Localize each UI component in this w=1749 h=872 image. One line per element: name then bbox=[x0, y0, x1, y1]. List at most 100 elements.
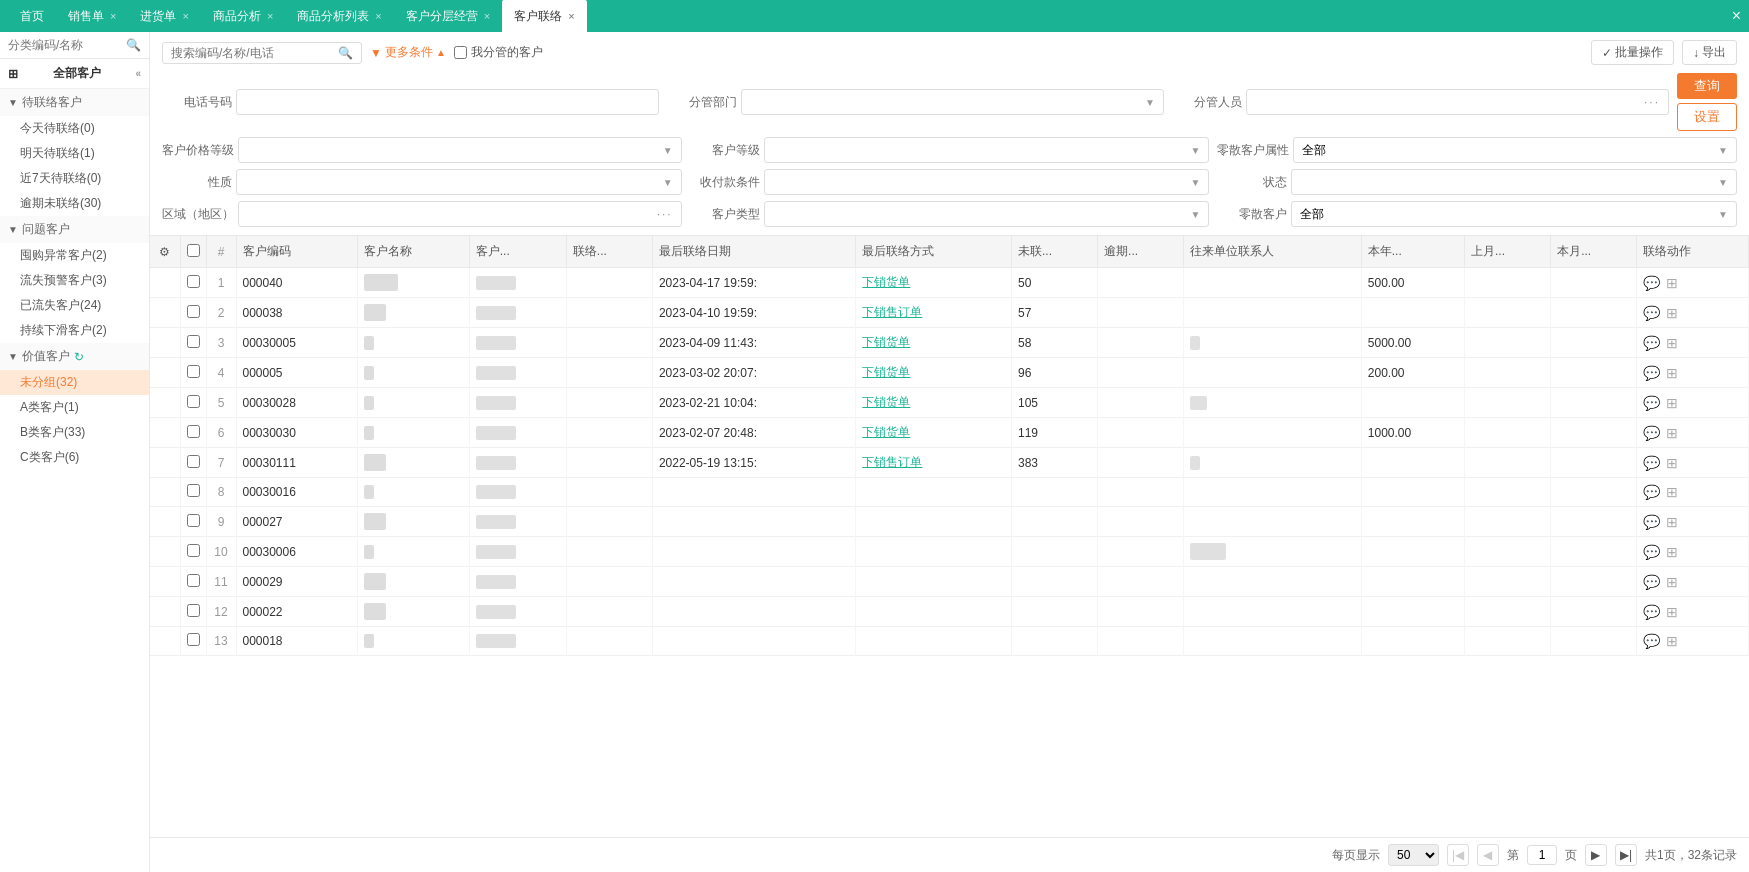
grid-action-icon[interactable]: ⊞ bbox=[1666, 544, 1678, 560]
row-checkbox[interactable] bbox=[187, 455, 200, 468]
col-settings[interactable]: ⚙ bbox=[150, 236, 180, 268]
status-select[interactable]: ▼ bbox=[1291, 169, 1737, 195]
close-sales-order-icon[interactable]: × bbox=[110, 0, 116, 32]
close-product-analysis-icon[interactable]: × bbox=[267, 0, 273, 32]
row-checkbox[interactable] bbox=[187, 484, 200, 497]
row-checkbox[interactable] bbox=[187, 633, 200, 646]
customer-type-select[interactable]: ▼ bbox=[764, 201, 1210, 227]
chat-icon[interactable]: 💬 bbox=[1643, 574, 1660, 590]
first-page-button[interactable]: |◀ bbox=[1447, 844, 1469, 866]
tab-customer-segment[interactable]: 客户分层经营 × bbox=[394, 0, 502, 32]
grid-action-icon[interactable]: ⊞ bbox=[1666, 604, 1678, 620]
col-contact-person[interactable]: 往来单位联系人 bbox=[1184, 236, 1362, 268]
close-customer-contact-icon[interactable]: × bbox=[568, 0, 574, 32]
query-button[interactable]: 查询 bbox=[1677, 73, 1737, 99]
retail-customer-select[interactable]: 全部 ▼ bbox=[1291, 201, 1737, 227]
col-checkbox[interactable] bbox=[180, 236, 206, 268]
chat-icon[interactable]: 💬 bbox=[1643, 484, 1660, 500]
retail-attr-select[interactable]: 全部 ▼ bbox=[1293, 137, 1737, 163]
price-level-select[interactable]: ▼ bbox=[238, 137, 682, 163]
sidebar-item-b-class[interactable]: B类客户(33) bbox=[0, 420, 149, 445]
last-method-link[interactable]: 下销货单 bbox=[862, 365, 910, 379]
chat-icon[interactable]: 💬 bbox=[1643, 275, 1660, 291]
section-value-customers[interactable]: ▼ 价值客户 ↻ bbox=[0, 343, 149, 370]
dept-select[interactable]: ▼ bbox=[741, 89, 1164, 115]
row-checkbox[interactable] bbox=[187, 335, 200, 348]
col-this-year[interactable]: 本年... bbox=[1361, 236, 1464, 268]
collapse-sidebar-icon[interactable]: « bbox=[135, 68, 141, 79]
col-unlink[interactable]: 未联... bbox=[1011, 236, 1097, 268]
export-button[interactable]: ↓ 导出 bbox=[1682, 40, 1737, 65]
col-c2[interactable]: 联络... bbox=[566, 236, 652, 268]
sidebar-item-overdue-pending[interactable]: 逾期未联络(30) bbox=[0, 191, 149, 216]
row-checkbox[interactable] bbox=[187, 395, 200, 408]
row-checkbox[interactable] bbox=[187, 574, 200, 587]
last-method-link[interactable]: 下销售订单 bbox=[862, 455, 922, 469]
col-last-month[interactable]: 上月... bbox=[1465, 236, 1551, 268]
next-page-button[interactable]: ▶ bbox=[1585, 844, 1607, 866]
last-method-link[interactable]: 下销售订单 bbox=[862, 305, 922, 319]
col-overdue[interactable]: 逾期... bbox=[1098, 236, 1184, 268]
grid-action-icon[interactable]: ⊞ bbox=[1666, 484, 1678, 500]
tab-purchase[interactable]: 进货单 × bbox=[128, 0, 200, 32]
grid-action-icon[interactable]: ⊞ bbox=[1666, 275, 1678, 291]
row-checkbox[interactable] bbox=[187, 305, 200, 318]
chat-icon[interactable]: 💬 bbox=[1643, 604, 1660, 620]
chat-icon[interactable]: 💬 bbox=[1643, 395, 1660, 411]
person-select[interactable]: ··· bbox=[1246, 89, 1669, 115]
sidebar-item-declining[interactable]: 持续下滑客户(2) bbox=[0, 318, 149, 343]
grid-action-icon[interactable]: ⊞ bbox=[1666, 633, 1678, 649]
col-last-date[interactable]: 最后联络日期 bbox=[652, 236, 855, 268]
row-checkbox[interactable] bbox=[187, 604, 200, 617]
sidebar-search-input[interactable] bbox=[8, 38, 126, 52]
chat-icon[interactable]: 💬 bbox=[1643, 514, 1660, 530]
grid-action-icon[interactable]: ⊞ bbox=[1666, 514, 1678, 530]
col-customer-name[interactable]: 客户名称 bbox=[358, 236, 470, 268]
filter-search-icon[interactable]: 🔍 bbox=[338, 46, 353, 60]
tab-sales-order[interactable]: 销售单 × bbox=[56, 0, 128, 32]
row-checkbox[interactable] bbox=[187, 514, 200, 527]
row-checkbox[interactable] bbox=[187, 544, 200, 557]
more-conditions-button[interactable]: ▼ 更多条件 ▲ bbox=[370, 44, 446, 61]
payment-select[interactable]: ▼ bbox=[764, 169, 1210, 195]
my-customers-checkbox[interactable] bbox=[454, 46, 467, 59]
region-select[interactable]: ··· bbox=[238, 201, 682, 227]
chat-icon[interactable]: 💬 bbox=[1643, 633, 1660, 649]
close-customer-segment-icon[interactable]: × bbox=[484, 0, 490, 32]
sidebar-item-ungroup[interactable]: 未分组(32) bbox=[0, 370, 149, 395]
last-method-link[interactable]: 下销货单 bbox=[862, 395, 910, 409]
filter-search-input[interactable] bbox=[171, 46, 338, 60]
chat-icon[interactable]: 💬 bbox=[1643, 425, 1660, 441]
close-product-analysis-list-icon[interactable]: × bbox=[375, 0, 381, 32]
col-c1[interactable]: 客户... bbox=[469, 236, 566, 268]
tab-home[interactable]: 首页 bbox=[8, 0, 56, 32]
customer-level-select[interactable]: ▼ bbox=[764, 137, 1210, 163]
last-method-link[interactable]: 下销货单 bbox=[862, 275, 910, 289]
reset-button[interactable]: 设置 bbox=[1677, 103, 1737, 131]
sidebar-search-icon[interactable]: 🔍 bbox=[126, 38, 141, 52]
grid-action-icon[interactable]: ⊞ bbox=[1666, 455, 1678, 471]
select-all-checkbox[interactable] bbox=[187, 244, 200, 257]
sidebar-item-abnormal[interactable]: 囤购异常客户(2) bbox=[0, 243, 149, 268]
col-customer-code[interactable]: 客户编码 bbox=[236, 236, 358, 268]
prev-page-button[interactable]: ◀ bbox=[1477, 844, 1499, 866]
last-method-link[interactable]: 下销货单 bbox=[862, 425, 910, 439]
tab-product-analysis-list[interactable]: 商品分析列表 × bbox=[285, 0, 393, 32]
chat-icon[interactable]: 💬 bbox=[1643, 365, 1660, 381]
sidebar-item-7day-pending[interactable]: 近7天待联络(0) bbox=[0, 166, 149, 191]
phone-input[interactable] bbox=[236, 89, 659, 115]
tab-customer-contact[interactable]: 客户联络 × bbox=[502, 0, 586, 32]
last-method-link[interactable]: 下销货单 bbox=[862, 335, 910, 349]
nature-select[interactable]: ▼ bbox=[236, 169, 682, 195]
row-checkbox[interactable] bbox=[187, 365, 200, 378]
section-pending-contact[interactable]: ▼ 待联络客户 bbox=[0, 89, 149, 116]
refresh-icon[interactable]: ↻ bbox=[74, 350, 84, 364]
chat-icon[interactable]: 💬 bbox=[1643, 455, 1660, 471]
section-problem-customers[interactable]: ▼ 问题客户 bbox=[0, 216, 149, 243]
sidebar-item-churned[interactable]: 已流失客户(24) bbox=[0, 293, 149, 318]
grid-action-icon[interactable]: ⊞ bbox=[1666, 365, 1678, 381]
sidebar-item-churn-warning[interactable]: 流失预警客户(3) bbox=[0, 268, 149, 293]
grid-action-icon[interactable]: ⊞ bbox=[1666, 574, 1678, 590]
sidebar-item-today-pending[interactable]: 今天待联络(0) bbox=[0, 116, 149, 141]
row-checkbox[interactable] bbox=[187, 425, 200, 438]
